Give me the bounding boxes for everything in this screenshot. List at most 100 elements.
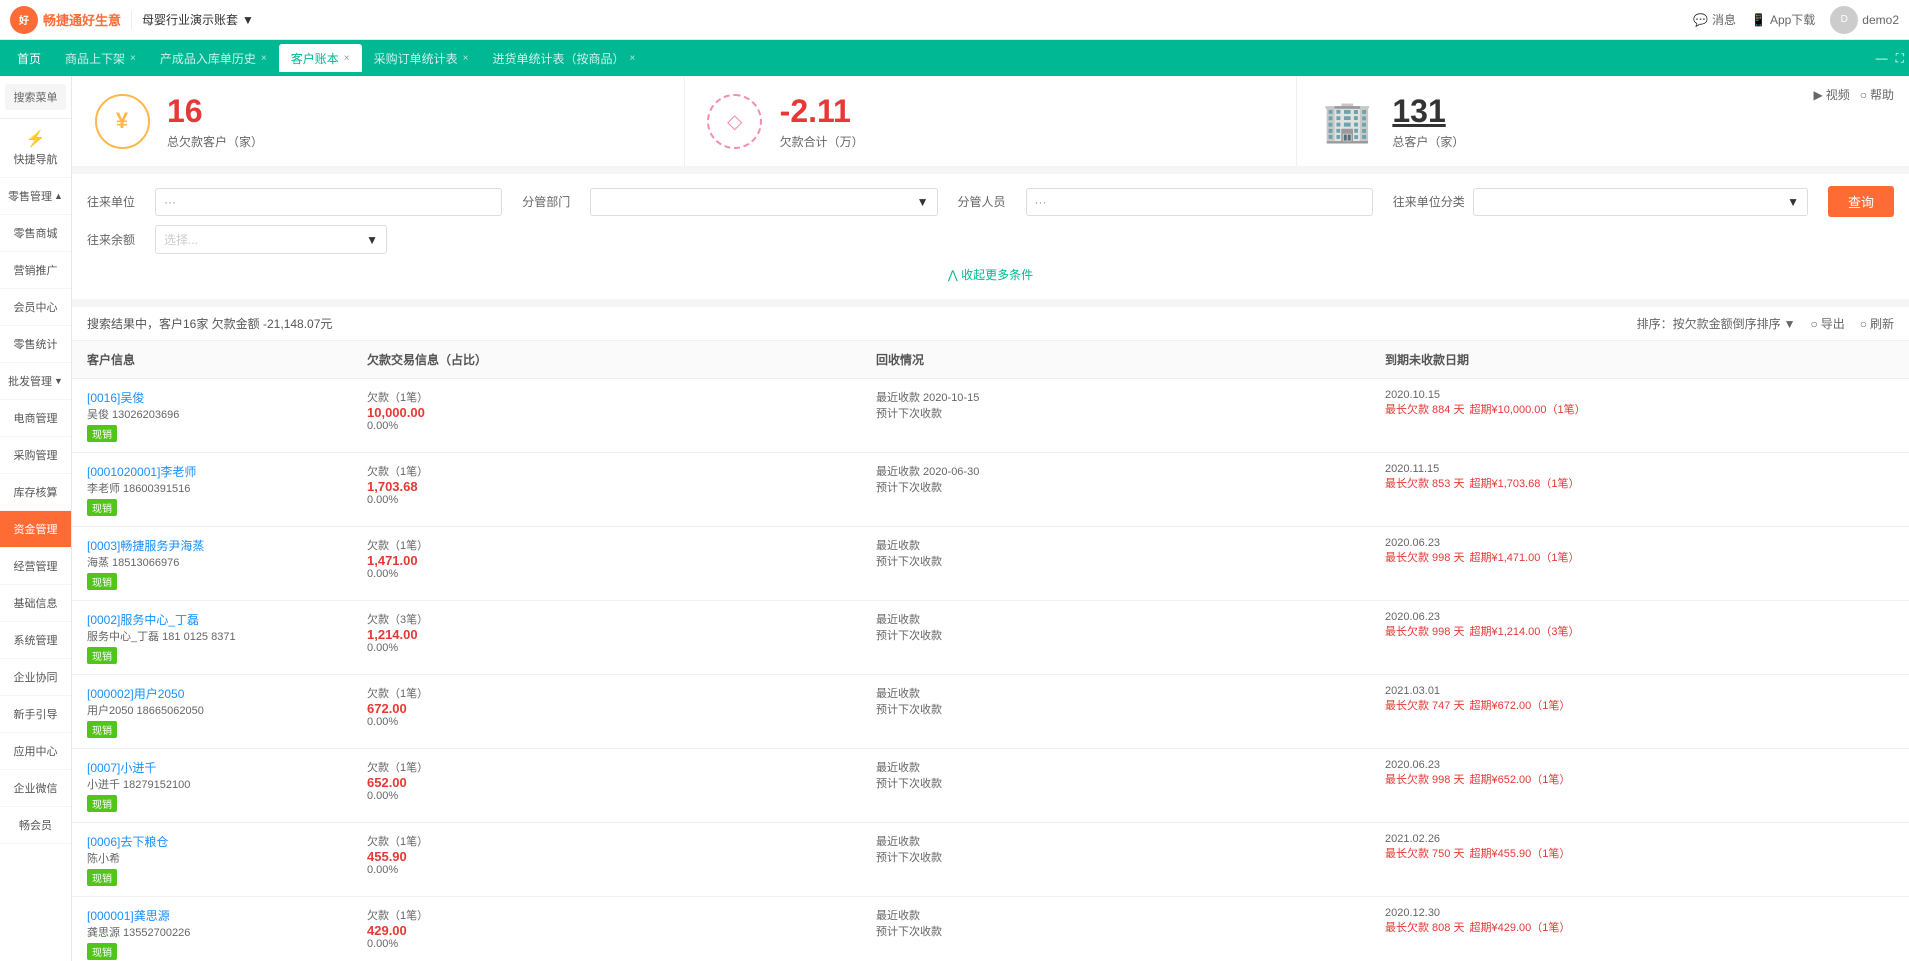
close-icon[interactable]: ×	[130, 53, 136, 64]
diamond-circle: ◇	[707, 94, 762, 149]
debt-amount-1: 1,703.68	[367, 479, 876, 494]
customer-link-2[interactable]: [0003]畅捷服务尹海蒸	[87, 539, 204, 553]
sidebar-item-marketing[interactable]: 营销推广	[0, 252, 71, 289]
overdue-link-3[interactable]: 超期¥1,214.00（3笔）	[1469, 623, 1579, 639]
sidebar-item-member[interactable]: 畅会员	[0, 807, 71, 844]
customer-cell-7: [000001]龚思源 龚思源 13552700226 现销	[87, 907, 367, 960]
sidebar-item-enterprise-collab[interactable]: 企业协同	[0, 659, 71, 696]
sidebar-item-system-mgmt[interactable]: 系统管理	[0, 622, 71, 659]
customer-link-1[interactable]: [0001020001]李老师	[87, 465, 196, 479]
sidebar-item-newbie-guide[interactable]: 新手引导	[0, 696, 71, 733]
window-minimize-icon[interactable]: —	[1876, 51, 1888, 66]
sidebar-item-member-center[interactable]: 会员中心	[0, 289, 71, 326]
customer-cell-4: [000002]用户2050 用户2050 18665062050 现销	[87, 685, 367, 738]
sidebar-item-inventory[interactable]: 库存核算	[0, 474, 71, 511]
sidebar-item-retail-mgmt[interactable]: 零售管理 ▲	[0, 178, 71, 215]
debt-cell-7: 欠款（1笔） 429.00 0.00%	[367, 907, 876, 950]
tab-product-listing[interactable]: 商品上下架 ×	[53, 44, 148, 72]
tab-product-history[interactable]: 产成品入库单历史 ×	[148, 44, 279, 72]
col-collection: 回收情况	[876, 351, 1385, 368]
sidebar-item-operation[interactable]: 经营管理	[0, 548, 71, 585]
window-maximize-icon[interactable]: ⛶	[1896, 51, 1904, 66]
tab-customer-account[interactable]: 客户账本 ×	[279, 44, 362, 72]
query-button[interactable]: 查询	[1828, 186, 1894, 217]
sidebar-item-retail-stats[interactable]: 零售统计	[0, 326, 71, 363]
stat-debt-amount: ◇ -2.11 欠款合计（万）	[685, 76, 1298, 166]
customer-link-0[interactable]: [0016]吴俊	[87, 391, 144, 405]
overdue-link-7[interactable]: 超期¥429.00（1笔）	[1469, 919, 1570, 935]
balance-select[interactable]: 选择... ▼	[155, 225, 387, 254]
customer-link-3[interactable]: [0002]服务中心_丁磊	[87, 613, 199, 627]
customer-phone-1: 李老师 18600391516	[87, 480, 367, 496]
total-customers-label: 总客户（家）	[1392, 133, 1464, 150]
store-selector[interactable]: 母婴行业演示账套 ▼	[142, 11, 254, 28]
stat-icon-building: 🏢	[1317, 91, 1377, 151]
col-due-date: 到期未收款日期	[1385, 351, 1894, 368]
table-header: 客户信息 欠款交易信息（占比） 回收情况 到期未收款日期	[72, 341, 1909, 379]
customer-phone-4: 用户2050 18665062050	[87, 702, 367, 718]
sidebar-item-ecommerce[interactable]: 电商管理	[0, 400, 71, 437]
sort-selector[interactable]: 排序：按欠款金额倒序排序 ▼	[1637, 315, 1796, 332]
dept-select[interactable]: ▼	[590, 188, 937, 216]
layout: 搜索菜单 ⚡ 快捷导航 零售管理 ▲ 零售商城 营销推广 会员中心 零售统计 批…	[0, 76, 1909, 961]
due-date-cell-6: 2021.02.26 最长欠款 750 天 超期¥455.90（1笔）	[1385, 833, 1894, 861]
collection-cell-5: 最近收款 预计下次收款	[876, 759, 1385, 791]
due-date-cell-2: 2020.06.23 最长欠款 998 天 超期¥1,471.00（1笔）	[1385, 537, 1894, 565]
collapse-btn[interactable]: ⋀ 收起更多条件	[87, 262, 1894, 287]
overdue-link-5[interactable]: 超期¥652.00（1笔）	[1469, 771, 1570, 787]
nav-tabs: 首页 商品上下架 × 产成品入库单历史 × 客户账本 × 采购订单统计表 × 进…	[0, 40, 1909, 76]
tab-purchase-stats[interactable]: 进货单统计表（按商品） ×	[480, 44, 647, 72]
user-avatar-btn[interactable]: D demo2	[1830, 6, 1899, 34]
overdue-link-4[interactable]: 超期¥672.00（1笔）	[1469, 697, 1570, 713]
export-btn[interactable]: ○ 导出	[1810, 315, 1844, 332]
unit-category-select[interactable]: ▼	[1473, 188, 1808, 216]
sidebar-item-enterprise-wechat[interactable]: 企业微信	[0, 770, 71, 807]
sidebar-item-app-center[interactable]: 应用中心	[0, 733, 71, 770]
main-content: ¥ 16 总欠款客户（家） ◇ -2.11 欠款合计（万）	[72, 76, 1909, 961]
sidebar-item-wholesale-mgmt[interactable]: 批发管理 ▼	[0, 363, 71, 400]
debt-cell-6: 欠款（1笔） 455.90 0.00%	[367, 833, 876, 876]
customer-tag-6: 现销	[87, 869, 117, 886]
debt-amount-4: 672.00	[367, 701, 876, 716]
person-label: 分管人员	[958, 193, 1018, 210]
chevron-icon: ▼	[54, 376, 63, 386]
sidebar-item-retail-mall[interactable]: 零售商城	[0, 215, 71, 252]
message-btn[interactable]: 💬 消息	[1693, 11, 1736, 28]
refresh-btn[interactable]: ○ 刷新	[1860, 315, 1894, 332]
search-menu-btn[interactable]: 搜索菜单	[5, 84, 66, 110]
sidebar-item-quick-nav[interactable]: ⚡ 快捷导航	[0, 119, 71, 178]
overdue-link-0[interactable]: 超期¥10,000.00（1笔）	[1469, 401, 1585, 417]
collection-cell-0: 最近收款 2020-10-15 预计下次收款	[876, 389, 1385, 421]
app-download-btn[interactable]: 📱 App下载	[1751, 11, 1815, 28]
overdue-link-6[interactable]: 超期¥455.90（1笔）	[1469, 845, 1570, 861]
overdue-link-1[interactable]: 超期¥1,703.68（1笔）	[1469, 475, 1579, 491]
table-row: [0006]去下粮仓 陈小希 现销 欠款（1笔） 455.90 0.00% 最近…	[72, 823, 1909, 897]
sidebar-item-finance[interactable]: 资金管理	[0, 511, 71, 548]
stat-total-customers: 🏢 131 总客户（家） ▶ 视频 ○ 帮助	[1297, 76, 1909, 166]
chevron-down-icon: ▼	[917, 195, 929, 209]
overdue-link-2[interactable]: 超期¥1,471.00（1笔）	[1469, 549, 1579, 565]
sidebar-item-purchase-mgmt[interactable]: 采购管理	[0, 437, 71, 474]
tab-home[interactable]: 首页	[5, 44, 53, 72]
customer-phone-5: 小迸千 18279152100	[87, 776, 367, 792]
sidebar: 搜索菜单 ⚡ 快捷导航 零售管理 ▲ 零售商城 营销推广 会员中心 零售统计 批…	[0, 76, 72, 961]
customer-link-6[interactable]: [0006]去下粮仓	[87, 835, 168, 849]
customer-link-4[interactable]: [000002]用户2050	[87, 687, 184, 701]
table-row: [0002]服务中心_丁磊 服务中心_丁磊 181 0125 8371 现销 欠…	[72, 601, 1909, 675]
help-btn[interactable]: ○ 帮助	[1860, 86, 1894, 103]
chevron-icon: ▲	[54, 191, 63, 201]
close-icon[interactable]: ×	[261, 53, 267, 64]
customer-link-5[interactable]: [0007]小迸千	[87, 761, 156, 775]
from-unit-input[interactable]: ···	[155, 188, 502, 216]
tab-purchase-order[interactable]: 采购订单统计表 ×	[362, 44, 481, 72]
due-date-cell-7: 2020.12.30 最长欠款 808 天 超期¥429.00（1笔）	[1385, 907, 1894, 935]
due-date-cell-1: 2020.11.15 最长欠款 853 天 超期¥1,703.68（1笔）	[1385, 463, 1894, 491]
sidebar-item-basic-info[interactable]: 基础信息	[0, 585, 71, 622]
person-input[interactable]: ···	[1026, 188, 1373, 216]
close-icon[interactable]: ×	[344, 53, 350, 64]
close-icon[interactable]: ×	[463, 53, 469, 64]
close-icon[interactable]: ×	[629, 53, 635, 64]
refresh-icon: ○	[1860, 317, 1867, 331]
customer-link-7[interactable]: [000001]龚思源	[87, 909, 170, 923]
video-btn[interactable]: ▶ 视频	[1814, 86, 1850, 103]
